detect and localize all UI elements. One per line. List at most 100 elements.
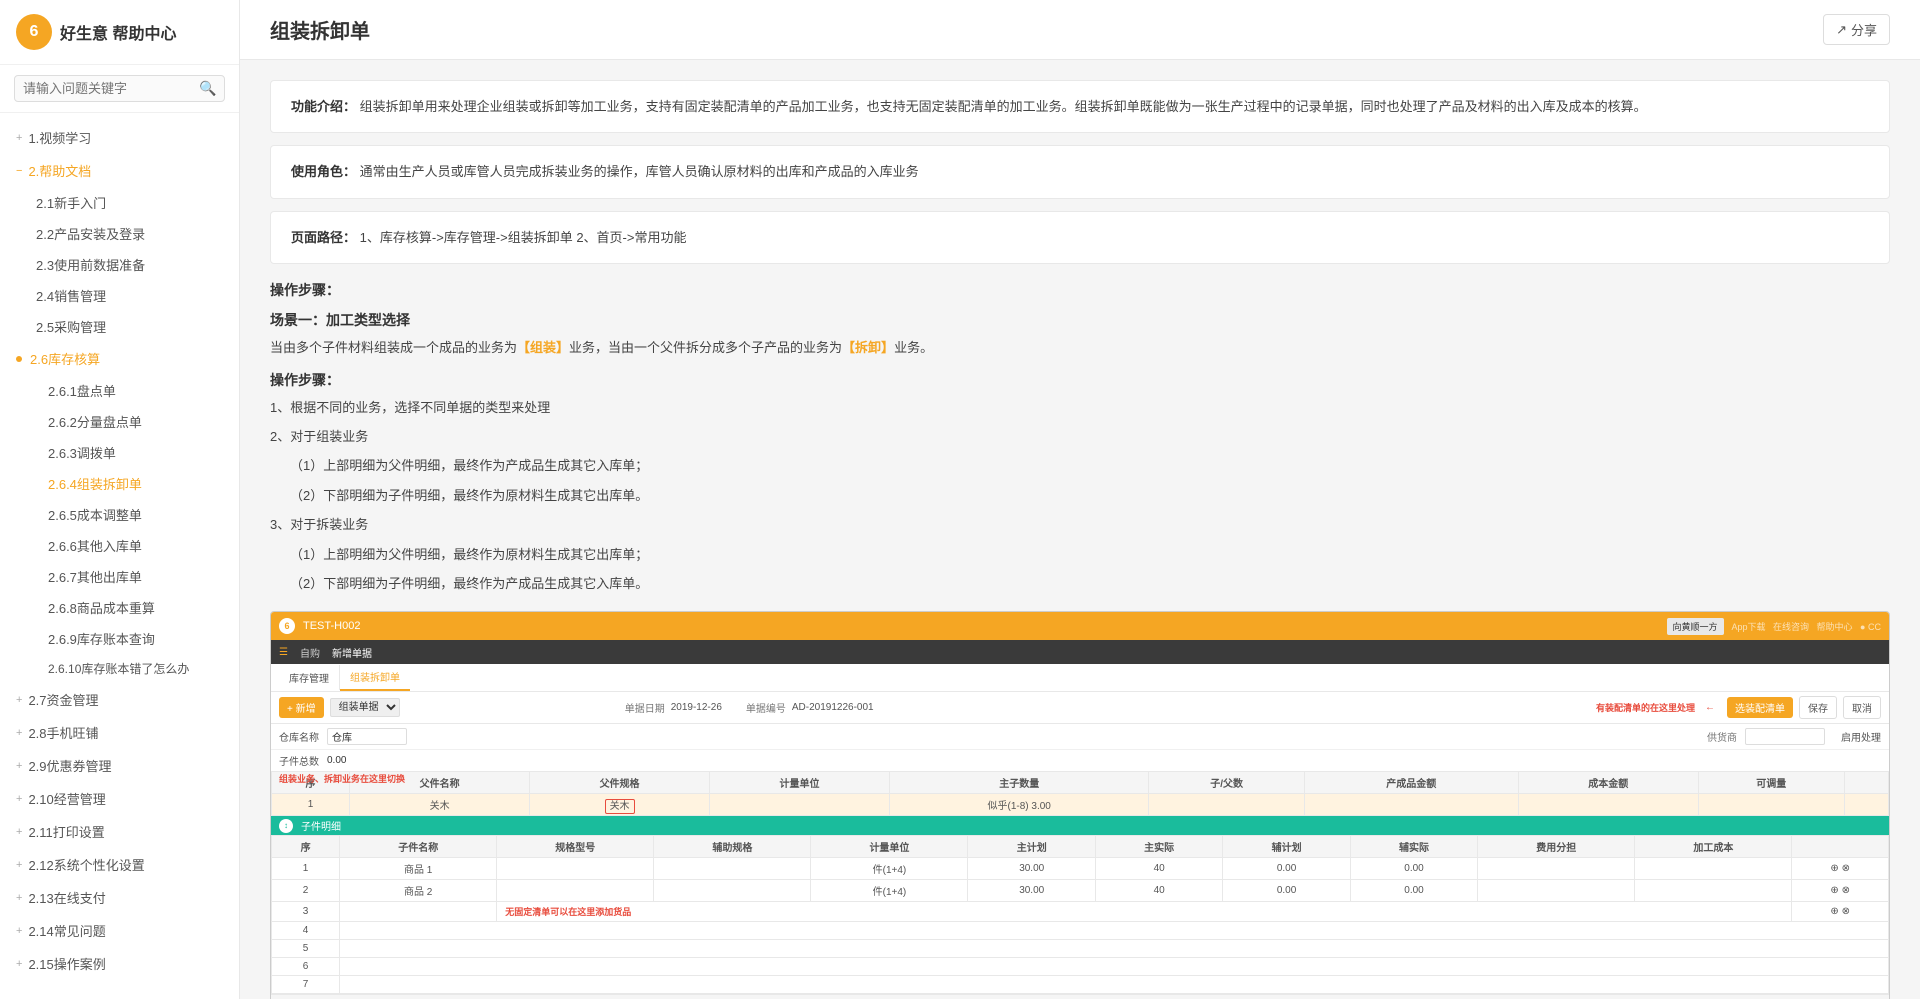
sidebar-item-costcalc[interactable]: 2.6.8商品成本重算 (0, 592, 239, 623)
sidebar: 6 好生意 帮助中心 🔍 + 1.视频学习 − 2.帮助文档 2.1新手入门 2… (0, 0, 240, 999)
mock-section-label: 子件明细 (301, 818, 341, 833)
mock-td-seq2: 1 (272, 858, 340, 880)
mock-td-unit3: 件(1+4) (811, 858, 968, 880)
sidebar-sub-label: 2.6.3调拨单 (48, 446, 116, 461)
sidebar-item-ops[interactable]: + 2.10经营管理 (0, 782, 239, 815)
mock-th-unit2: 计量单位 (811, 836, 968, 858)
search-box[interactable]: 🔍 (14, 75, 225, 102)
sidebar-item-prepare[interactable]: 2.3使用前数据准备 (0, 249, 239, 280)
sidebar-item-customize[interactable]: + 2.12系统个性化设置 (0, 848, 239, 881)
sidebar-item-stockcheck[interactable]: 2.6.9库存账本查询 (0, 623, 239, 654)
sidebar-item-mobile[interactable]: + 2.8手机旺铺 (0, 716, 239, 749)
sidebar-item-newbie[interactable]: 2.1新手入门 (0, 187, 239, 218)
mock-td-mplan3: 30.00 (968, 880, 1095, 902)
sidebar-item-otherout[interactable]: 2.6.7其他出库单 (0, 561, 239, 592)
mock-th-spec: 规格型号 (497, 836, 654, 858)
sidebar-item-docs[interactable]: − 2.帮助文档 (0, 154, 239, 187)
sidebar-item-finance[interactable]: + 2.7资金管理 (0, 683, 239, 716)
mock-btn-add[interactable]: + 新增 (279, 697, 324, 718)
mock-warehouse-input[interactable] (327, 728, 407, 745)
sidebar-item-inventory[interactable]: 2.6库存核算 (0, 342, 239, 375)
sidebar-item-sales[interactable]: 2.4销售管理 (0, 280, 239, 311)
sidebar-sub-label: 2.6.5成本调整单 (48, 508, 142, 523)
sidebar-item-print[interactable]: + 2.11打印设置 (0, 815, 239, 848)
sidebar-item-faq[interactable]: + 2.14常见问题 (0, 914, 239, 947)
step1: 1、根据不同的业务，选择不同单据的类型来处理 (270, 396, 1890, 419)
share-button[interactable]: ↗ 分享 (1823, 14, 1890, 45)
mock-td-mplan2: 30.00 (968, 858, 1095, 880)
mock-switch-row: 子件总数 0.00 组装业务、拆卸业务在这里切换 (271, 750, 1889, 771)
search-input[interactable] (23, 81, 199, 96)
arrow-icon: − (16, 165, 22, 177)
step3: 3、对于拆装业务 (270, 513, 1890, 536)
sidebar-item-coupon[interactable]: + 2.9优惠券管理 (0, 749, 239, 782)
sidebar-item-video[interactable]: + 1.视频学习 (0, 121, 239, 154)
sidebar-item-assembly[interactable]: 2.6.4组装拆卸单 (0, 468, 239, 499)
sidebar-sub-label: 2.6.8商品成本重算 (48, 601, 155, 616)
mock-order-value: AD-20191226-001 (792, 702, 874, 713)
arrow-icon: + (16, 793, 22, 805)
function-intro-text: 组装拆卸单用来处理企业组装或拆卸等加工业务，支持有固定装配清单的产品加工业务，也… (360, 99, 1647, 114)
role-block: 使用角色： 通常由生产人员或库管人员完成拆装业务的操作，库管人员确认原材料的出库… (270, 145, 1890, 198)
mock-section-icon: ↕ (279, 819, 293, 833)
sidebar-item-otherin[interactable]: 2.6.6其他入库单 (0, 530, 239, 561)
mock-th-aact: 辅实际 (1350, 836, 1477, 858)
mock-td-empty4 (340, 922, 1889, 940)
share-icon: ↗ (1836, 22, 1847, 38)
mock-th-mplan: 主计划 (968, 836, 1095, 858)
mock-icons: App下载 在线咨询 帮助中心 ● CC (1732, 620, 1881, 633)
nav-tree: + 1.视频学习 − 2.帮助文档 2.1新手入门 2.2产品安装及登录 2.3… (0, 113, 239, 999)
sidebar-item-adjust[interactable]: 2.6.3调拨单 (0, 437, 239, 468)
table-row: 2 商品 2 件(1+4) 30.00 40 0.00 0.00 (272, 880, 1889, 902)
mock-td-fname: 关木 (350, 794, 530, 816)
logo-icon: 6 (16, 14, 52, 50)
sidebar-item-payment[interactable]: + 2.13在线支付 (0, 881, 239, 914)
mock-th-amount: 产成品金额 (1304, 772, 1518, 794)
table-row: 4 (272, 922, 1889, 940)
function-intro-label: 功能介绍： (291, 99, 356, 114)
mock-td-mact3: 40 (1095, 880, 1222, 902)
sidebar-item-stockerr[interactable]: 2.6.10库存账本错了怎么办 (0, 654, 239, 683)
sidebar-item-purchase[interactable]: 2.5采购管理 (0, 311, 239, 342)
mock-th-cname: 子件名称 (340, 836, 497, 858)
mock-nav-item: 自购 (300, 645, 320, 660)
mock-btn-bill[interactable]: 选装配清单 (1727, 697, 1793, 718)
mock-topbar-btn: 向黄顺一方 (1667, 618, 1724, 635)
arrow-icon: + (16, 132, 22, 144)
mock-btn-save[interactable]: 保存 (1799, 696, 1837, 719)
mock-th-aux: 辅助规格 (654, 836, 811, 858)
sidebar-sub-label: 2.6.1盘点单 (48, 384, 116, 399)
content-area: 功能介绍： 组装拆卸单用来处理企业组装或拆卸等加工业务，支持有固定装配清单的产品… (240, 60, 1920, 999)
search-icon[interactable]: 🔍 (199, 80, 216, 97)
sidebar-item-cases[interactable]: + 2.15操作案例 (0, 947, 239, 980)
mock-td-seq3: 2 (272, 880, 340, 902)
mock-date-label: 单据日期 (625, 700, 665, 715)
mock-supplier-input[interactable] (1745, 728, 1825, 745)
sidebar-item-install[interactable]: 2.2产品安装及登录 (0, 218, 239, 249)
sidebar-item-stocktake[interactable]: 2.6.1盘点单 (0, 375, 239, 406)
mock-form-row: 仓库名称 供货商 启用处理 ↑启用处理 (271, 724, 1889, 750)
mock-btn-cancel[interactable]: 取消 (1843, 696, 1881, 719)
sidebar-item-split[interactable]: 2.6.2分量盘点单 (0, 406, 239, 437)
mock-td-unit4: 件(1+4) (811, 880, 968, 902)
sidebar-item-label: 2.6库存核算 (30, 349, 100, 368)
mock-type-select[interactable]: 组装单据 拆卸单据 (330, 698, 400, 717)
mock-td-seq8: 7 (272, 976, 340, 994)
mock-td-aux2 (654, 858, 811, 880)
sidebar-item-label: 2.11打印设置 (28, 822, 104, 841)
mock-th-mact: 主实际 (1095, 836, 1222, 858)
mock-td-callout4: 无固定清单可以在这里添加货品 (497, 902, 1792, 922)
mock-btn-enable[interactable]: 启用处理 (1841, 729, 1881, 744)
search-area: 🔍 (0, 65, 239, 113)
mock-topbar-id: TEST-H002 (303, 620, 360, 632)
mock-tabs-row: 库存管理 组装拆卸单 (271, 664, 1889, 692)
mock-tab-active: 组装拆卸单 (340, 664, 410, 691)
mock-td-seq: 1 (272, 794, 350, 816)
mock-th-fspec: 父件规格 (530, 772, 710, 794)
mock-th-ratio: 子/父数 (1149, 772, 1304, 794)
sidebar-item-label: 2.帮助文档 (28, 161, 91, 180)
sidebar-item-costadj[interactable]: 2.6.5成本调整单 (0, 499, 239, 530)
mock-switch-label: 子件总数 (279, 753, 319, 768)
sidebar-sub-label: 2.5采购管理 (36, 320, 106, 335)
sidebar-sub-label: 2.3使用前数据准备 (36, 258, 145, 273)
